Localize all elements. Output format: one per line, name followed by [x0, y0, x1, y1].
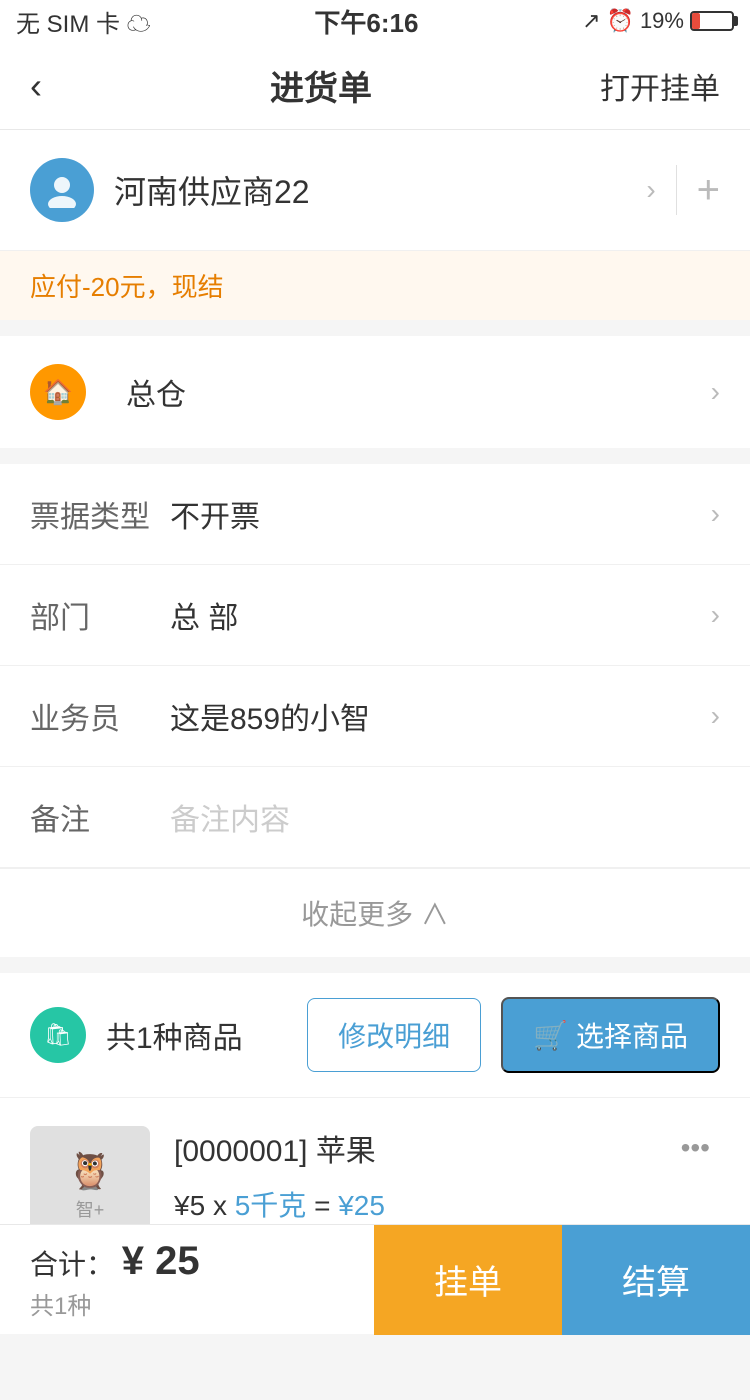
divider: [676, 165, 677, 215]
warehouse-row[interactable]: 🏠 总仓 ›: [0, 336, 750, 448]
salesperson-label: 业务员: [30, 694, 150, 738]
settle-button[interactable]: 结算: [562, 1225, 750, 1335]
supplier-avatar: [30, 158, 94, 222]
product-header: 🛍 共1种商品 修改明细 🛒 选择商品: [0, 973, 750, 1097]
battery-label: 19%: [640, 8, 684, 34]
warehouse-section: 🏠 总仓 ›: [0, 336, 750, 448]
product-price: ¥5 x 5千克 = ¥25: [174, 1184, 671, 1224]
add-supplier-button[interactable]: +: [697, 168, 720, 213]
salesperson-value: 这是859的小智: [150, 694, 701, 738]
product-title: 苹果: [316, 1135, 376, 1168]
department-value: 总 部: [150, 593, 701, 637]
unit-price: ¥5: [174, 1190, 205, 1221]
warehouse-name: 总仓: [106, 370, 701, 414]
status-right: ↗ ⏰ 19%: [582, 8, 734, 34]
sim-status: 无 SIM 卡 ☁: [16, 4, 151, 39]
supplier-chevron-icon: ›: [646, 174, 655, 206]
ticket-type-row[interactable]: 票据类型 不开票 ›: [0, 464, 750, 565]
thumb-owl-icon: 🦉: [68, 1150, 113, 1192]
select-product-button[interactable]: 🛒 选择商品: [501, 997, 720, 1073]
salesperson-chevron-icon: ›: [711, 700, 720, 732]
product-icon: 🛍: [30, 1007, 86, 1063]
total-section: 合计： ¥ 25 共1种: [0, 1239, 374, 1321]
department-row[interactable]: 部门 总 部 ›: [0, 565, 750, 666]
remark-label: 备注: [30, 795, 150, 839]
collapse-label: 收起更多 ∧: [301, 893, 449, 933]
more-button[interactable]: •••: [671, 1126, 720, 1170]
department-chevron-icon: ›: [711, 599, 720, 631]
price-equals: =: [314, 1190, 338, 1221]
alarm-icon: ⏰: [607, 8, 634, 34]
total-label: 合计：: [30, 1249, 114, 1280]
salesperson-row[interactable]: 业务员 这是859的小智 ›: [0, 666, 750, 767]
supplier-section: 河南供应商22 › + 应付-20元，现结: [0, 130, 750, 320]
battery-icon: [690, 11, 734, 31]
location-icon: ↗: [582, 8, 600, 34]
warning-bar: 应付-20元，现结: [0, 251, 750, 320]
supplier-name: 河南供应商22: [114, 167, 636, 213]
department-label: 部门: [30, 593, 150, 637]
status-left: 无 SIM 卡 ☁: [16, 4, 151, 39]
ticket-type-label: 票据类型: [30, 492, 150, 536]
product-count: 共1种商品: [106, 1013, 307, 1057]
select-product-label: 选择商品: [576, 1015, 688, 1055]
ticket-type-value: 不开票: [150, 492, 701, 536]
thumb-brand-text: 智+: [76, 1196, 105, 1222]
product-info: [0000001] 苹果 ¥5 x 5千克 = ¥25: [174, 1126, 671, 1224]
cart-icon: 🛒: [533, 1019, 568, 1052]
remark-row[interactable]: 备注 备注内容: [0, 767, 750, 868]
total-price: ¥25: [338, 1190, 385, 1221]
hang-button[interactable]: 挂单: [374, 1225, 562, 1335]
hang-label: 挂单: [434, 1255, 502, 1304]
settle-label: 结算: [622, 1255, 690, 1304]
product-name: [0000001] 苹果: [174, 1126, 671, 1170]
status-bar: 无 SIM 卡 ☁ 下午6:16 ↗ ⏰ 19%: [0, 0, 750, 42]
remark-input[interactable]: 备注内容: [150, 795, 720, 839]
quantity: 5千克: [235, 1190, 307, 1221]
supplier-row[interactable]: 河南供应商22 › +: [0, 130, 750, 251]
ticket-type-chevron-icon: ›: [711, 498, 720, 530]
edit-detail-button[interactable]: 修改明细: [307, 998, 481, 1072]
page-title: 进货单: [270, 61, 372, 110]
status-time: 下午6:16: [314, 3, 418, 40]
warehouse-chevron-icon: ›: [711, 376, 720, 408]
warehouse-icon: 🏠: [30, 364, 86, 420]
back-button[interactable]: ‹: [30, 65, 42, 107]
total-count: 共1种: [30, 1286, 344, 1321]
price-multiply: x: [213, 1190, 235, 1221]
open-hang-button[interactable]: 打开挂单: [600, 64, 720, 108]
nav-bar: ‹ 进货单 打开挂单: [0, 42, 750, 130]
collapse-button[interactable]: 收起更多 ∧: [0, 868, 750, 957]
total-row: 合计： ¥ 25: [30, 1239, 344, 1284]
total-amount: ¥ 25: [122, 1239, 200, 1283]
bottom-bar: 合计： ¥ 25 共1种 挂单 结算: [0, 1224, 750, 1334]
form-section: 票据类型 不开票 › 部门 总 部 › 业务员 这是859的小智 › 备注 备注…: [0, 464, 750, 957]
product-code: [0000001]: [174, 1135, 307, 1168]
